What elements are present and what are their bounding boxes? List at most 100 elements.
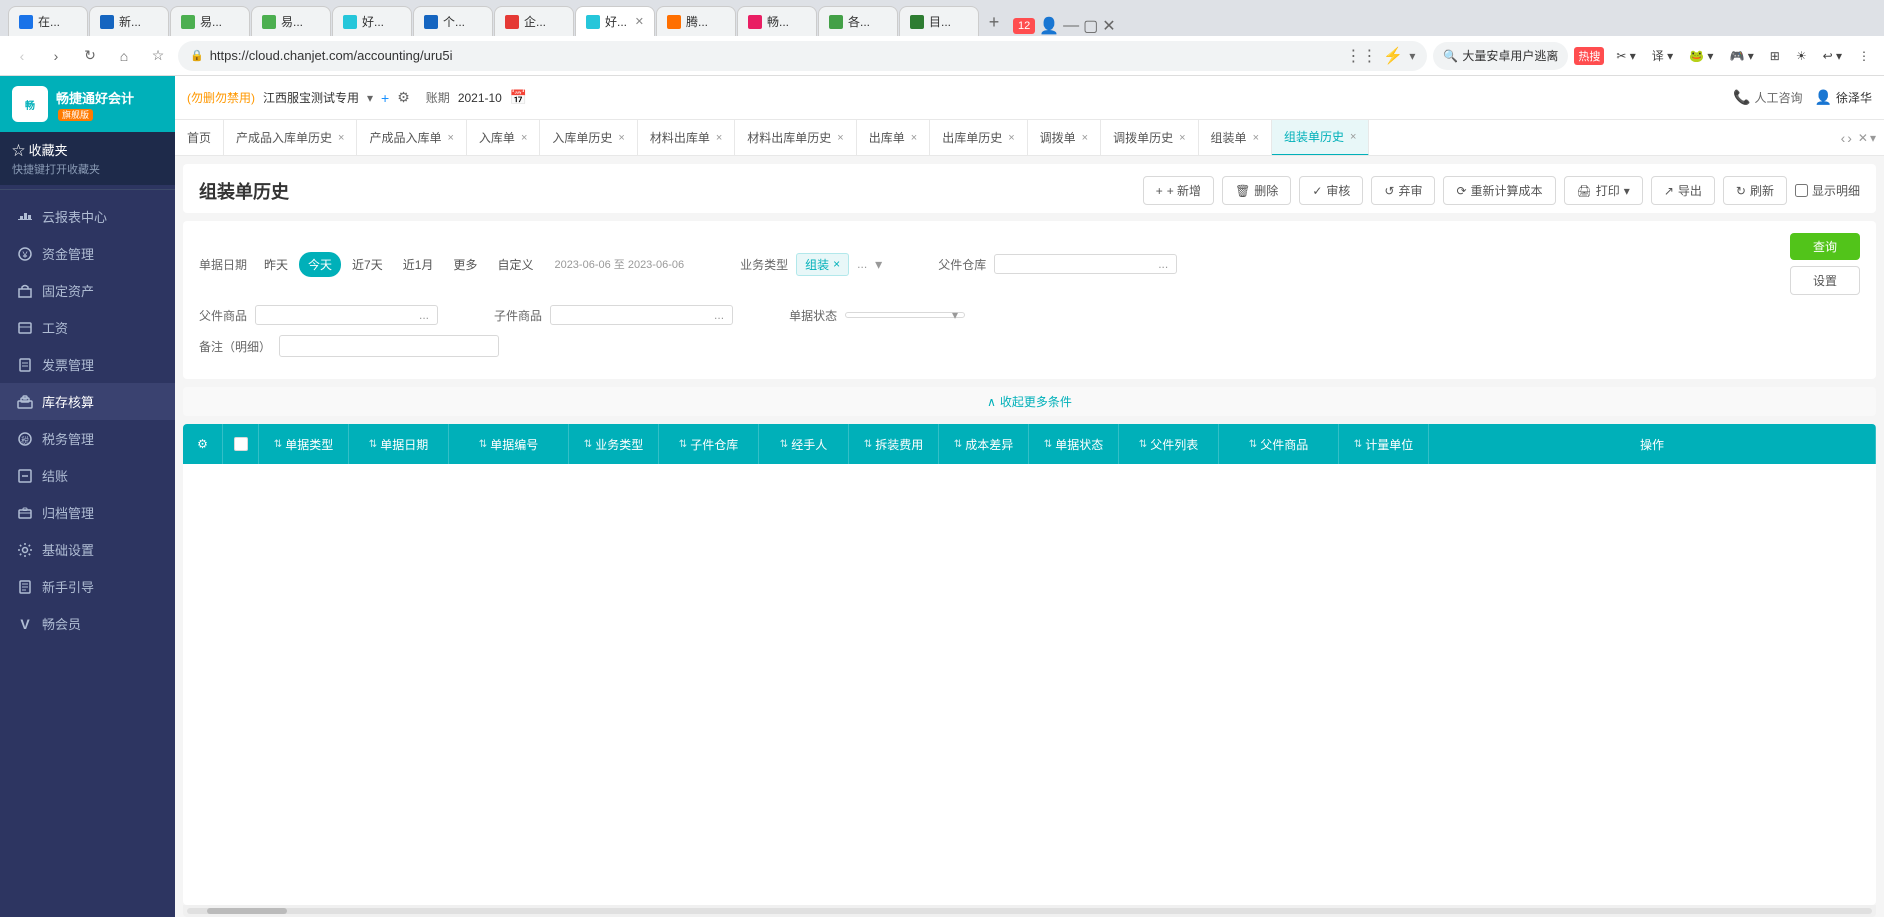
child-goods-input-wrap[interactable]: ... — [550, 305, 733, 325]
browser-search-box[interactable]: 🔍 大量安卓用户逃离 — [1433, 42, 1568, 70]
parent-warehouse-input-wrap[interactable]: ... — [994, 254, 1177, 274]
date-btn-more[interactable]: 更多 — [444, 252, 486, 277]
nav-tab-close-11[interactable]: × — [1253, 132, 1259, 144]
th-unit[interactable]: ⇅ 计量单位 — [1339, 424, 1429, 464]
sidebar-item-archive[interactable]: 归档管理 — [0, 494, 175, 531]
browser-tab-4[interactable]: 易... — [251, 6, 331, 36]
th-checkbox[interactable] — [223, 424, 259, 464]
th-child-warehouse[interactable]: ⇅ 子件仓库 — [659, 424, 759, 464]
horizontal-scrollbar[interactable] — [183, 905, 1876, 917]
scissors-tool[interactable]: ✂ ▾ — [1610, 47, 1641, 65]
th-settings[interactable]: ⚙ — [183, 424, 223, 464]
minimize-button[interactable]: — — [1063, 17, 1079, 35]
parent-goods-input[interactable] — [264, 308, 419, 322]
bookmark-button[interactable]: ☆ — [144, 42, 172, 70]
nav-tab-home[interactable]: 首页 — [175, 120, 224, 156]
calendar-icon[interactable]: 📅 — [510, 89, 527, 106]
sidebar-item-cloud-reports[interactable]: 云报表中心 — [0, 198, 175, 235]
nav-tab-close-12[interactable]: × — [1350, 131, 1356, 143]
tab-close-all[interactable]: ✕ — [1858, 131, 1868, 145]
th-doc-status[interactable]: ⇅ 单据状态 — [1029, 424, 1119, 464]
tab-close-dropdown[interactable]: ▾ — [1870, 131, 1876, 145]
th-cost-diff[interactable]: ⇅ 成本差异 — [939, 424, 1029, 464]
sun-tool[interactable]: ☀ — [1790, 47, 1813, 65]
settings-btn[interactable]: 设置 — [1790, 266, 1860, 295]
game-tool[interactable]: 🎮 ▾ — [1723, 47, 1759, 65]
date-btn-7days[interactable]: 近7天 — [343, 252, 392, 277]
nav-tab-material-out-history[interactable]: 材料出库单历史 × — [735, 120, 856, 156]
sidebar-item-guide[interactable]: 新手引导 — [0, 568, 175, 605]
company-dropdown-arrow[interactable]: ▾ — [367, 91, 373, 105]
sidebar-item-finance[interactable]: ¥ 资金管理 — [0, 235, 175, 272]
nav-tab-product-in[interactable]: 产成品入库单 × — [357, 120, 466, 156]
query-button[interactable]: 查询 — [1790, 233, 1860, 260]
child-goods-input[interactable] — [559, 308, 714, 322]
grid-icon[interactable]: ⋮⋮ — [1345, 46, 1377, 66]
nav-tab-close-6[interactable]: × — [837, 132, 843, 144]
parent-warehouse-input[interactable] — [1003, 257, 1158, 271]
forward-button[interactable]: › — [42, 42, 70, 70]
export-button[interactable]: ↗ 导出 — [1651, 176, 1715, 205]
nav-tab-transfer-history[interactable]: 调拨单历史 × — [1101, 120, 1198, 156]
header-checkbox[interactable] — [234, 437, 248, 451]
date-btn-yesterday[interactable]: 昨天 — [255, 252, 297, 277]
audit-button[interactable]: ✓ 审核 — [1299, 176, 1363, 205]
sidebar-item-inventory[interactable]: 库存核算 — [0, 383, 175, 420]
delete-button[interactable]: 🗑 删除 — [1222, 176, 1291, 205]
nav-tab-close-10[interactable]: × — [1179, 132, 1185, 144]
nav-tab-transfer[interactable]: 调拨单 × — [1028, 120, 1101, 156]
nav-tab-in[interactable]: 入库单 × — [467, 120, 540, 156]
biz-type-dropdown[interactable]: ▾ — [875, 256, 882, 273]
nav-tab-in-history[interactable]: 入库单历史 × — [540, 120, 637, 156]
nav-tab-close-7[interactable]: × — [911, 132, 917, 144]
th-parent-list[interactable]: ⇅ 父件列表 — [1119, 424, 1219, 464]
sidebar-item-fixed-assets[interactable]: 固定资产 — [0, 272, 175, 309]
browser-tab-12[interactable]: 目... — [899, 6, 979, 36]
date-btn-1month[interactable]: 近1月 — [394, 252, 443, 277]
sidebar-item-tax[interactable]: 税 税务管理 — [0, 420, 175, 457]
nav-tab-close-4[interactable]: × — [618, 132, 624, 144]
th-biz-type[interactable]: ⇅ 业务类型 — [569, 424, 659, 464]
date-btn-custom[interactable]: 自定义 — [488, 252, 542, 277]
browser-tab-5[interactable]: 好... — [332, 6, 412, 36]
collapse-bar[interactable]: ∧ 收起更多条件 — [183, 387, 1876, 416]
grid-tool[interactable]: ⊞ — [1764, 47, 1786, 65]
nav-tab-close-2[interactable]: × — [447, 132, 453, 144]
show-detail-checkbox-label[interactable]: 显示明细 — [1795, 182, 1860, 199]
add-company-icon[interactable]: + — [381, 90, 389, 106]
parent-warehouse-more[interactable]: ... — [1158, 257, 1168, 271]
add-button[interactable]: + + 新增 — [1143, 176, 1214, 205]
sidebar-item-vip[interactable]: V 畅会员 — [0, 605, 175, 642]
nav-tab-close-5[interactable]: × — [716, 132, 722, 144]
profile-icon[interactable]: 👤 — [1039, 16, 1059, 36]
th-doc-date[interactable]: ⇅ 单据日期 — [349, 424, 449, 464]
browser-tab-3[interactable]: 易... — [170, 6, 250, 36]
show-detail-checkbox[interactable] — [1795, 184, 1808, 197]
emoji-tool[interactable]: 🐸 ▾ — [1683, 47, 1719, 65]
maximize-button[interactable]: ▢ — [1083, 16, 1098, 36]
close-button[interactable]: ✕ — [1102, 16, 1115, 36]
browser-tab-1[interactable]: 在... — [8, 6, 88, 36]
nav-tab-out[interactable]: 出库单 × — [857, 120, 930, 156]
home-button[interactable]: ⌂ — [110, 42, 138, 70]
browser-tab-8[interactable]: 好... ✕ — [575, 6, 655, 36]
dropdown-arrow[interactable]: ▾ — [1409, 49, 1415, 63]
parent-goods-input-wrap[interactable]: ... — [255, 305, 438, 325]
child-goods-more[interactable]: ... — [714, 308, 724, 322]
back-button[interactable]: ‹ — [8, 42, 36, 70]
biz-type-more-btn[interactable]: ... — [857, 257, 867, 271]
menu-tool[interactable]: ⋮ — [1852, 47, 1876, 65]
company-settings-icon[interactable]: ⚙ — [397, 89, 410, 106]
nav-tab-close-8[interactable]: × — [1008, 132, 1014, 144]
abandon-button[interactable]: ↺ 弃审 — [1371, 176, 1435, 205]
scrollbar-thumb[interactable] — [207, 908, 287, 914]
address-bar[interactable]: 🔒 https://cloud.chanjet.com/accounting/u… — [178, 41, 1427, 71]
nav-tab-close-1[interactable]: × — [338, 132, 344, 144]
th-assembly-cost[interactable]: ⇅ 拆装费用 — [849, 424, 939, 464]
th-doc-type[interactable]: ⇅ 单据类型 — [259, 424, 349, 464]
browser-tab-10[interactable]: 畅... — [737, 6, 817, 36]
refresh-button[interactable]: ↻ 刷新 — [1723, 176, 1787, 205]
remark-input[interactable] — [279, 335, 499, 357]
browser-tab-7[interactable]: 企... — [494, 6, 574, 36]
sidebar-item-closing[interactable]: 结账 — [0, 457, 175, 494]
